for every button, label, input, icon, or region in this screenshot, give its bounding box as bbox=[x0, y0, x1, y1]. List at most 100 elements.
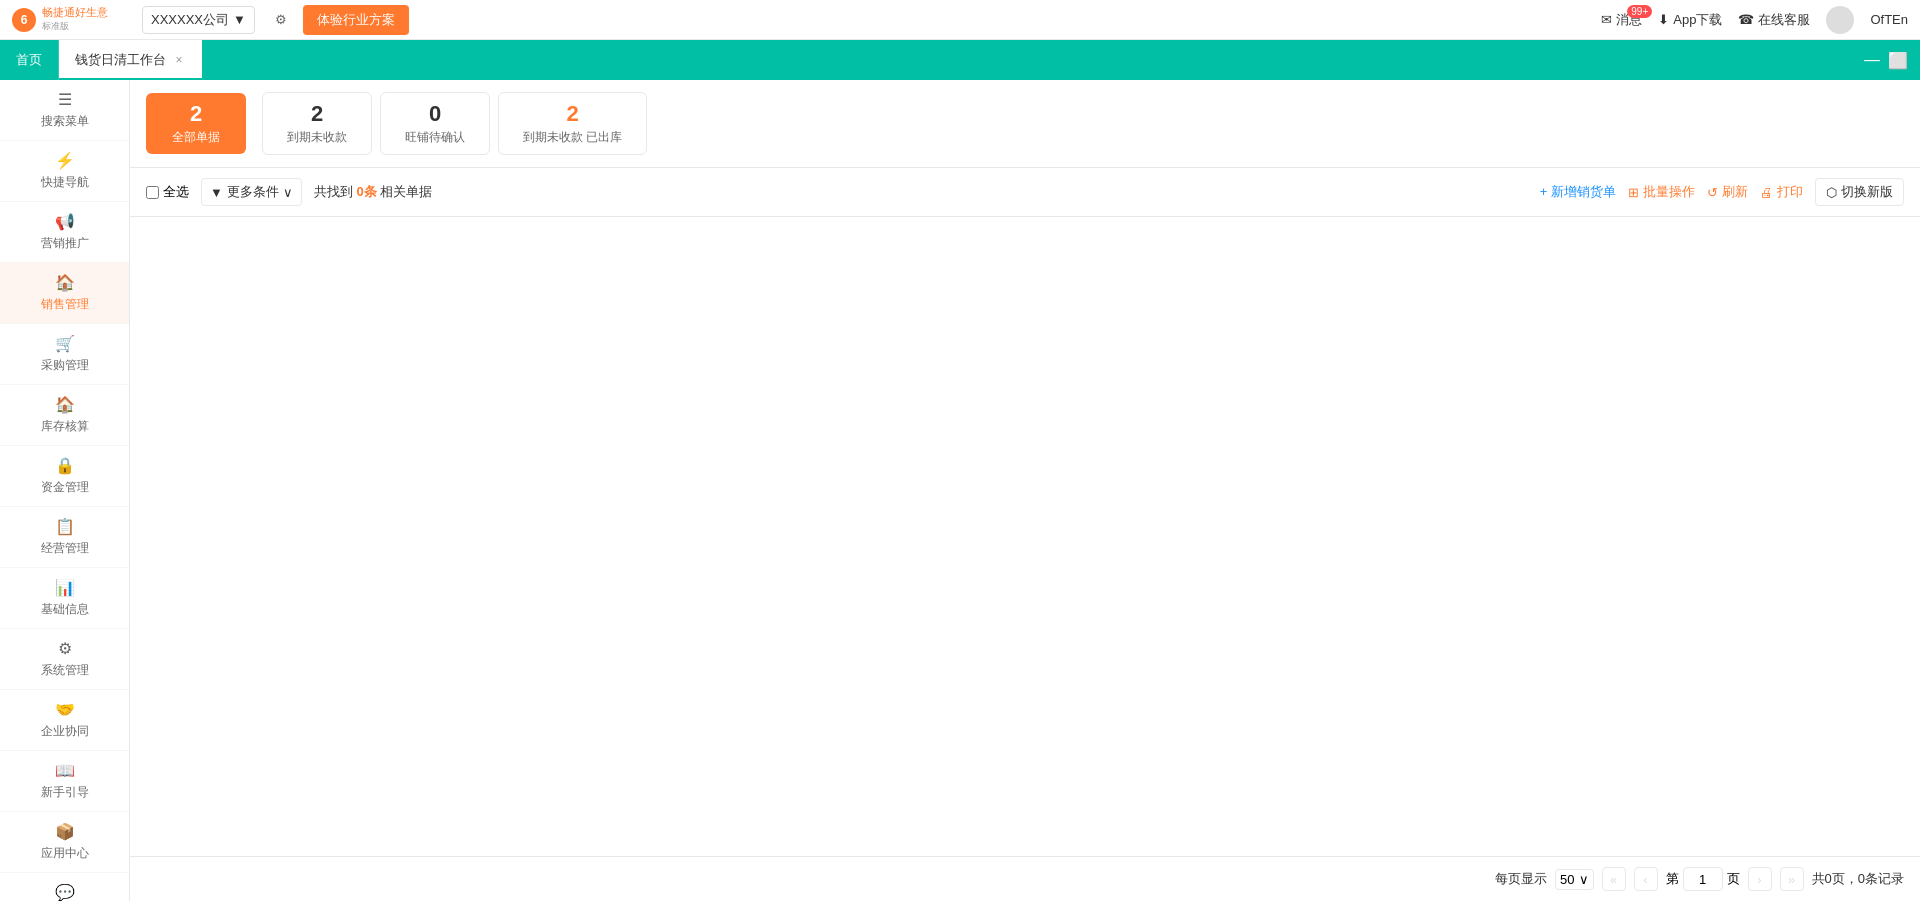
total-text: 共0页，0条记录 bbox=[1812, 870, 1904, 888]
tab-close-icon[interactable]: × bbox=[172, 53, 186, 67]
count-text: 共找到 0条 相关单据 bbox=[314, 183, 432, 201]
top-bar: 6 畅捷通好生意 标准版 XXXXXX公司 ▼ ⚙ 体验行业方案 ✉ 消息 99… bbox=[0, 0, 1920, 40]
stat-tab-wangpu[interactable]: 0 旺铺待确认 bbox=[380, 92, 490, 155]
sidebar-item-app-center[interactable]: 📦应用中心 bbox=[0, 812, 129, 873]
tab-minimize-button[interactable]: — bbox=[1864, 51, 1880, 69]
stat-num-unshipped: 2 bbox=[567, 101, 579, 127]
sidebar-icon-system: ⚙ bbox=[58, 639, 72, 658]
last-page-button[interactable]: » bbox=[1780, 867, 1804, 891]
sidebar-item-sales[interactable]: 🏠销售管理 bbox=[0, 263, 129, 324]
print-button[interactable]: 🖨 打印 bbox=[1760, 183, 1803, 201]
refresh-button[interactable]: ↺ 刷新 bbox=[1707, 183, 1748, 201]
tab-home[interactable]: 首页 bbox=[0, 40, 59, 80]
logo-icon: 6 bbox=[12, 8, 36, 32]
sidebar-item-marketing[interactable]: 📢营销推广 bbox=[0, 202, 129, 263]
sidebar-icon-sales: 🏠 bbox=[55, 273, 75, 292]
sidebar: ☰搜索菜单⚡快捷导航📢营销推广🏠销售管理🛒采购管理🏠库存核算🔒资金管理📋经营管理… bbox=[0, 80, 130, 901]
sidebar-item-enterprise[interactable]: 🤝企业协同 bbox=[0, 690, 129, 751]
username[interactable]: OfTEn bbox=[1870, 12, 1908, 27]
page-input-area: 第 页 bbox=[1666, 867, 1740, 891]
service-icon: ☎ bbox=[1738, 12, 1754, 27]
sidebar-icon-quick-nav: ⚡ bbox=[55, 151, 75, 170]
sidebar-icon-purchase: 🛒 bbox=[55, 334, 75, 353]
select-all-checkbox[interactable]: 全选 bbox=[146, 183, 189, 201]
first-page-button[interactable]: « bbox=[1602, 867, 1626, 891]
batch-icon: ⊞ bbox=[1628, 185, 1639, 200]
sidebar-item-finance[interactable]: 🔒资金管理 bbox=[0, 446, 129, 507]
sidebar-item-search-menu[interactable]: ☰搜索菜单 bbox=[0, 80, 129, 141]
stat-label-overdue: 到期未收款 bbox=[287, 129, 347, 146]
sidebar-item-purchase[interactable]: 🛒采购管理 bbox=[0, 324, 129, 385]
online-service-button[interactable]: ☎ 在线客服 bbox=[1738, 11, 1810, 29]
sidebar-icon-wechat: 💬 bbox=[55, 883, 75, 901]
sidebar-item-basic-info[interactable]: 📊基础信息 bbox=[0, 568, 129, 629]
logo-sub: 标准版 bbox=[42, 20, 108, 33]
toolbar-right: + 新增销货单 ⊞ 批量操作 ↺ 刷新 🖨 打印 ⬡ 切换新版 bbox=[1540, 178, 1904, 206]
sidebar-item-inventory[interactable]: 🏠库存核算 bbox=[0, 385, 129, 446]
company-selector[interactable]: XXXXXX公司 ▼ bbox=[142, 6, 255, 34]
sidebar-item-system[interactable]: ⚙系统管理 bbox=[0, 629, 129, 690]
tab-maximize-button[interactable]: ⬜ bbox=[1888, 51, 1908, 70]
stat-tab-unshipped[interactable]: 2 到期未收款 已出库 bbox=[498, 92, 647, 155]
next-page-button[interactable]: › bbox=[1748, 867, 1772, 891]
page-number-input[interactable] bbox=[1683, 867, 1723, 891]
experience-button[interactable]: 体验行业方案 bbox=[303, 5, 409, 35]
logo-area: 6 畅捷通好生意 标准版 bbox=[12, 6, 142, 32]
page-size-select[interactable]: 50 ∨ bbox=[1555, 869, 1593, 890]
page-size-label: 每页显示 bbox=[1495, 870, 1547, 888]
chevron-down-icon: ▼ bbox=[233, 12, 246, 27]
logo-text: 畅捷通好生意 bbox=[42, 6, 108, 19]
sidebar-icon-basic-info: 📊 bbox=[55, 578, 75, 597]
sidebar-item-operation[interactable]: 📋经营管理 bbox=[0, 507, 129, 568]
tab-active[interactable]: 钱货日清工作台 × bbox=[59, 40, 202, 80]
sidebar-icon-app-center: 📦 bbox=[55, 822, 75, 841]
pagination-bar: 每页显示 50 ∨ « ‹ 第 页 › » 共0页，0条记录 bbox=[130, 856, 1920, 901]
print-icon: 🖨 bbox=[1760, 185, 1773, 200]
sidebar-icon-finance: 🔒 bbox=[55, 456, 75, 475]
stat-tab-all[interactable]: 2 全部单据 bbox=[146, 93, 246, 154]
app-download-button[interactable]: ⬇ App下载 bbox=[1658, 11, 1722, 29]
sidebar-item-guide[interactable]: 📖新手引导 bbox=[0, 751, 129, 812]
message-icon: ✉ bbox=[1601, 12, 1612, 27]
table-area bbox=[130, 217, 1920, 856]
sidebar-item-wechat[interactable]: 💬企业微信 bbox=[0, 873, 129, 901]
stat-label-wangpu: 旺铺待确认 bbox=[405, 129, 465, 146]
stat-num-overdue: 2 bbox=[311, 101, 323, 127]
stat-label-unshipped: 到期未收款 已出库 bbox=[523, 129, 622, 146]
avatar bbox=[1826, 6, 1854, 34]
switch-version-button[interactable]: ⬡ 切换新版 bbox=[1815, 178, 1904, 206]
tab-bar-right: — ⬜ bbox=[1864, 51, 1920, 70]
prev-page-button[interactable]: ‹ bbox=[1634, 867, 1658, 891]
sidebar-icon-inventory: 🏠 bbox=[55, 395, 75, 414]
add-sale-order-button[interactable]: + 新增销货单 bbox=[1540, 183, 1616, 201]
refresh-icon: ↺ bbox=[1707, 185, 1718, 200]
settings-button[interactable]: ⚙ bbox=[267, 6, 295, 34]
stat-num-wangpu: 0 bbox=[429, 101, 441, 127]
stat-tab-overdue[interactable]: 2 到期未收款 bbox=[262, 92, 372, 155]
switch-icon: ⬡ bbox=[1826, 185, 1837, 200]
tab-bar: 首页 钱货日清工作台 × — ⬜ bbox=[0, 40, 1920, 80]
content-area: 2 全部单据 2 到期未收款 0 旺铺待确认 2 到期未收款 已出库 bbox=[130, 80, 1920, 901]
stats-tabs: 2 全部单据 2 到期未收款 0 旺铺待确认 2 到期未收款 已出库 bbox=[130, 80, 1920, 168]
message-button[interactable]: ✉ 消息 99+ bbox=[1601, 11, 1642, 29]
sidebar-icon-search-menu: ☰ bbox=[58, 90, 72, 109]
sidebar-icon-operation: 📋 bbox=[55, 517, 75, 536]
top-bar-actions: ⚙ 体验行业方案 bbox=[267, 5, 409, 35]
stat-num-all: 2 bbox=[190, 101, 202, 127]
top-bar-right: ✉ 消息 99+ ⬇ App下载 ☎ 在线客服 OfTEn bbox=[1601, 6, 1908, 34]
sidebar-icon-enterprise: 🤝 bbox=[55, 700, 75, 719]
main-layout: ☰搜索菜单⚡快捷导航📢营销推广🏠销售管理🛒采购管理🏠库存核算🔒资金管理📋经营管理… bbox=[0, 80, 1920, 901]
download-icon: ⬇ bbox=[1658, 12, 1669, 27]
toolbar: 全选 ▼ 更多条件 ∨ 共找到 0条 相关单据 + 新增销货单 ⊞ 批量操作 bbox=[130, 168, 1920, 217]
batch-operation-button[interactable]: ⊞ 批量操作 bbox=[1628, 183, 1695, 201]
select-all-input[interactable] bbox=[146, 186, 159, 199]
filter-icon: ▼ bbox=[210, 185, 223, 200]
sidebar-icon-guide: 📖 bbox=[55, 761, 75, 780]
sidebar-item-quick-nav[interactable]: ⚡快捷导航 bbox=[0, 141, 129, 202]
chevron-down-icon: ∨ bbox=[1579, 872, 1589, 887]
stat-label-all: 全部单据 bbox=[172, 129, 220, 146]
filter-chevron-icon: ∨ bbox=[283, 185, 293, 200]
sidebar-icon-marketing: 📢 bbox=[55, 212, 75, 231]
message-badge: 99+ bbox=[1627, 5, 1652, 18]
filter-button[interactable]: ▼ 更多条件 ∨ bbox=[201, 178, 302, 206]
